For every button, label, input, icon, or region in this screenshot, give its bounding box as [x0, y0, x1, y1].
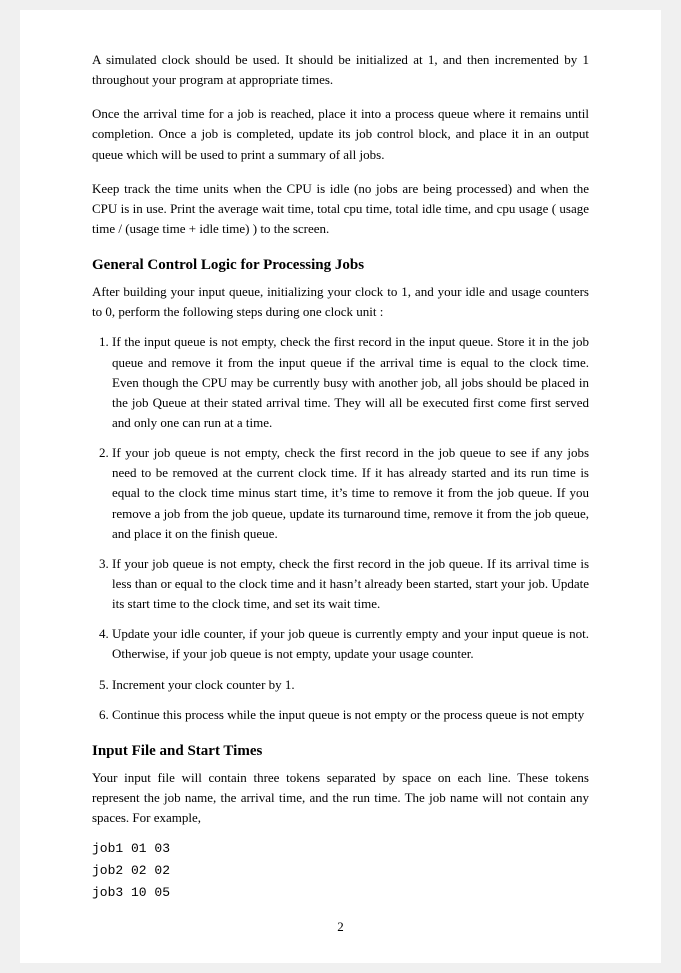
section1-intro: After building your input queue, initial… — [92, 282, 589, 322]
paragraph-2: Once the arrival time for a job is reach… — [92, 104, 589, 164]
section1-heading: General Control Logic for Processing Job… — [92, 257, 589, 274]
code-line-2: job2 02 02 — [92, 860, 589, 882]
code-line-3: job3 10 05 — [92, 882, 589, 904]
code-example: job1 01 03 job2 02 02 job3 10 05 — [92, 838, 589, 904]
list-item: If your job queue is not empty, check th… — [112, 443, 589, 544]
paragraph-3: Keep track the time units when the CPU i… — [92, 179, 589, 239]
list-item: If the input queue is not empty, check t… — [112, 332, 589, 433]
code-line-1: job1 01 03 — [92, 838, 589, 860]
section2-heading: Input File and Start Times — [92, 743, 589, 760]
section2-intro: Your input file will contain three token… — [92, 768, 589, 828]
list-item: Continue this process while the input qu… — [112, 705, 589, 725]
steps-list: If the input queue is not empty, check t… — [112, 332, 589, 724]
list-item: Increment your clock counter by 1. — [112, 675, 589, 695]
paragraph-1: A simulated clock should be used. It sho… — [92, 50, 589, 90]
list-item: If your job queue is not empty, check th… — [112, 554, 589, 614]
page-container: A simulated clock should be used. It sho… — [20, 10, 661, 963]
list-item: Update your idle counter, if your job qu… — [112, 624, 589, 664]
page-number: 2 — [20, 919, 661, 935]
